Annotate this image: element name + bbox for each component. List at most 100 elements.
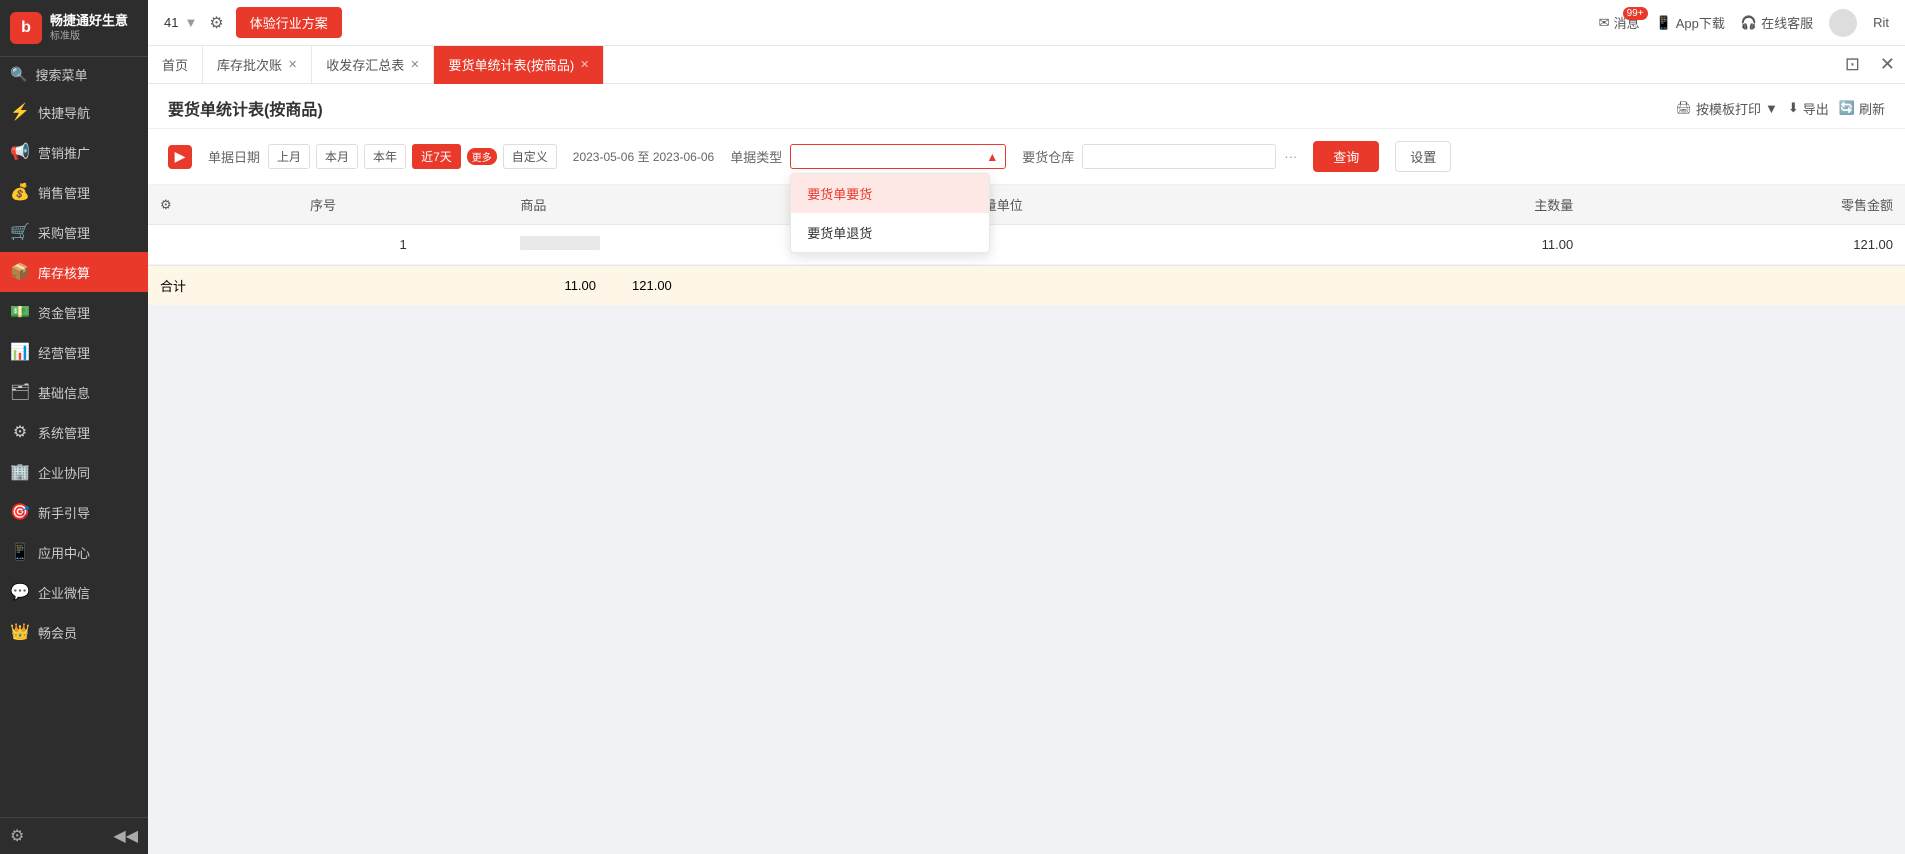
apps-icon: 📱 — [10, 542, 30, 562]
store-chevron-icon: ▼ — [184, 15, 197, 30]
row-qty: 11.00 — [1320, 225, 1585, 265]
tab-batch-account[interactable]: 库存批次账 ✕ — [203, 46, 312, 84]
table-area: ⚙ 序号 商品 主计量单位 主数量 零售金额 1 — [148, 185, 1905, 265]
more-date-badge[interactable]: 更多 — [467, 148, 497, 165]
sidebar-item-wechat[interactable]: 💬 企业微信 — [0, 572, 148, 612]
sidebar-item-guide[interactable]: 🎯 新手引导 — [0, 492, 148, 532]
tab-receive-summary[interactable]: 收发存汇总表 ✕ — [312, 46, 434, 84]
sidebar-item-marketing[interactable]: 📢 营销推广 — [0, 132, 148, 172]
print-btn[interactable]: 🖨 按模板打印 ▼ — [1675, 99, 1777, 118]
sidebar-item-member[interactable]: 👑 畅会员 — [0, 612, 148, 652]
row-unit: 块 — [946, 225, 1320, 265]
sidebar-item-purchase[interactable]: 🛒 采购管理 — [0, 212, 148, 252]
warehouse-more-icon[interactable]: ··· — [1284, 149, 1297, 164]
date-btn-this-year[interactable]: 本年 — [364, 144, 406, 169]
page-header: 要货单统计表(按商品) 🖨 按模板打印 ▼ ⬇ 导出 🔄 刷新 — [148, 84, 1905, 129]
sidebar-item-enterprise[interactable]: 🏢 企业协同 — [0, 452, 148, 492]
sidebar-item-label: 营销推广 — [38, 143, 90, 162]
sidebar-collapse-icon[interactable]: ◀◀ — [113, 826, 138, 846]
export-label: 导出 — [1803, 99, 1829, 118]
message-badge: 99+ — [1623, 7, 1648, 20]
warehouse-input[interactable] — [1082, 144, 1276, 169]
sidebar-settings-icon[interactable]: ⚙ — [10, 826, 24, 846]
date-filter-label: 单据日期 — [208, 147, 260, 166]
sidebar-item-label: 资金管理 — [38, 303, 90, 322]
sidebar-item-label: 企业微信 — [38, 583, 90, 602]
date-btn-this-month[interactable]: 本月 — [316, 144, 358, 169]
topbar-online-service[interactable]: 🎧 在线客服 — [1741, 13, 1813, 32]
date-btn-prev-month[interactable]: 上月 — [268, 144, 310, 169]
tab-order-stats[interactable]: 要货单统计表(按商品) ✕ — [434, 46, 604, 84]
sidebar-item-apps[interactable]: 📱 应用中心 — [0, 532, 148, 572]
tab-close-btn[interactable]: ✕ — [1870, 46, 1905, 84]
store-selector[interactable]: 41 ▼ — [164, 15, 197, 30]
warehouse-filter-group: 要货仓库 ··· — [1022, 144, 1297, 169]
avatar[interactable] — [1829, 9, 1857, 37]
topbar-app-download[interactable]: 📱 App下载 — [1656, 13, 1725, 32]
tab-order-stats-close-icon[interactable]: ✕ — [580, 58, 589, 71]
sidebar-search[interactable]: 🔍 搜索菜单 — [0, 57, 148, 92]
tab-home[interactable]: 首页 — [148, 46, 203, 84]
data-table: ⚙ 序号 商品 主计量单位 主数量 零售金额 1 — [148, 185, 1905, 265]
member-icon: 👑 — [10, 622, 30, 642]
topbar-right: ✉ 消息 99+ 📱 App下载 🎧 在线客服 Rit — [1599, 9, 1889, 37]
filter-bar: ▶ 单据日期 上月 本月 本年 近7天 更多 自定义 2023-05-06 至 … — [148, 129, 1905, 185]
topbar-messages[interactable]: ✉ 消息 99+ — [1599, 13, 1640, 32]
refresh-btn[interactable]: 🔄 刷新 — [1839, 99, 1885, 118]
col-settings[interactable]: ⚙ — [148, 185, 298, 225]
sidebar-item-sales[interactable]: 💰 销售管理 — [0, 172, 148, 212]
purchase-icon: 🛒 — [10, 222, 30, 242]
page-title: 要货单统计表(按商品) — [168, 96, 323, 120]
page: 要货单统计表(按商品) 🖨 按模板打印 ▼ ⬇ 导出 🔄 刷新 — [148, 84, 1905, 305]
industry-btn[interactable]: 体验行业方案 — [236, 7, 342, 38]
topbar-left: 41 ▼ ⚙ 体验行业方案 — [164, 7, 342, 38]
sidebar-item-label: 系统管理 — [38, 423, 90, 442]
date-filter-group: 单据日期 上月 本月 本年 近7天 更多 自定义 — [208, 144, 557, 169]
filter-toggle-btn[interactable]: ▶ — [168, 145, 192, 169]
col-qty: 主数量 — [1320, 185, 1585, 225]
type-select-arrow-icon[interactable]: ▲ — [986, 150, 998, 164]
table-footer: 合计 11.00 121.00 — [148, 265, 1905, 305]
marketing-icon: 📢 — [10, 142, 30, 162]
sidebar-item-quick-nav[interactable]: ⚡ 快捷导航 — [0, 92, 148, 132]
enterprise-icon: 🏢 — [10, 462, 30, 482]
footer-total-amount: 121.00 — [632, 278, 672, 293]
settings-btn[interactable]: 设置 — [1395, 141, 1451, 172]
tab-receive-summary-close-icon[interactable]: ✕ — [410, 58, 419, 71]
type-select[interactable]: ▲ — [790, 144, 1006, 169]
inventory-icon: 📦 — [10, 262, 30, 282]
sidebar-item-label: 畅会员 — [38, 623, 77, 642]
sidebar-item-label: 采购管理 — [38, 223, 90, 242]
topbar: 41 ▼ ⚙ 体验行业方案 ✉ 消息 99+ 📱 App下载 🎧 在线客服 Ri… — [148, 0, 1905, 46]
print-chevron-icon: ▼ — [1765, 101, 1778, 116]
sidebar-item-label: 快捷导航 — [38, 103, 90, 122]
guide-icon: 🎯 — [10, 502, 30, 522]
date-btn-custom[interactable]: 自定义 — [503, 144, 557, 169]
sidebar-item-inventory[interactable]: 📦 库存核算 — [0, 252, 148, 292]
dropdown-item-order-goods[interactable]: 要货单要货 — [791, 174, 989, 213]
sidebar-item-basic[interactable]: 🗂 基础信息 — [0, 372, 148, 412]
topbar-gear-icon[interactable]: ⚙ — [209, 13, 223, 33]
type-select-input[interactable] — [790, 144, 1006, 169]
basic-icon: 🗂 — [10, 382, 30, 402]
tab-batch-account-close-icon[interactable]: ✕ — [288, 58, 297, 71]
type-filter-label: 单据类型 — [730, 147, 782, 166]
tab-order-stats-label: 要货单统计表(按商品) — [448, 55, 574, 74]
sidebar-item-operations[interactable]: 📊 经营管理 — [0, 332, 148, 372]
sidebar-bottom: ⚙ ◀◀ — [0, 817, 148, 854]
type-dropdown-wrapper: ▲ 要货单要货 要货单退货 — [790, 144, 1006, 169]
type-filter-group: 单据类型 ▲ 要货单要货 要货单退货 — [730, 144, 1006, 169]
export-btn[interactable]: ⬇ 导出 — [1788, 99, 1829, 118]
table-header: ⚙ 序号 商品 主计量单位 主数量 零售金额 — [148, 185, 1905, 225]
sidebar-item-label: 基础信息 — [38, 383, 90, 402]
sidebar-item-system[interactable]: ⚙ 系统管理 — [0, 412, 148, 452]
query-btn[interactable]: 查询 — [1313, 141, 1379, 172]
row-settings — [148, 225, 298, 265]
tabs-actions: ⊡ ✕ — [1835, 46, 1905, 84]
dropdown-item-order-return[interactable]: 要货单退货 — [791, 213, 989, 252]
tabs-bar: 首页 库存批次账 ✕ 收发存汇总表 ✕ 要货单统计表(按商品) ✕ ⊡ ✕ — [148, 46, 1905, 84]
date-btn-7days[interactable]: 近7天 — [412, 144, 461, 169]
tab-restore-btn[interactable]: ⊡ — [1835, 46, 1870, 84]
sidebar-item-finance[interactable]: 💵 资金管理 — [0, 292, 148, 332]
sidebar-item-label: 企业协同 — [38, 463, 90, 482]
